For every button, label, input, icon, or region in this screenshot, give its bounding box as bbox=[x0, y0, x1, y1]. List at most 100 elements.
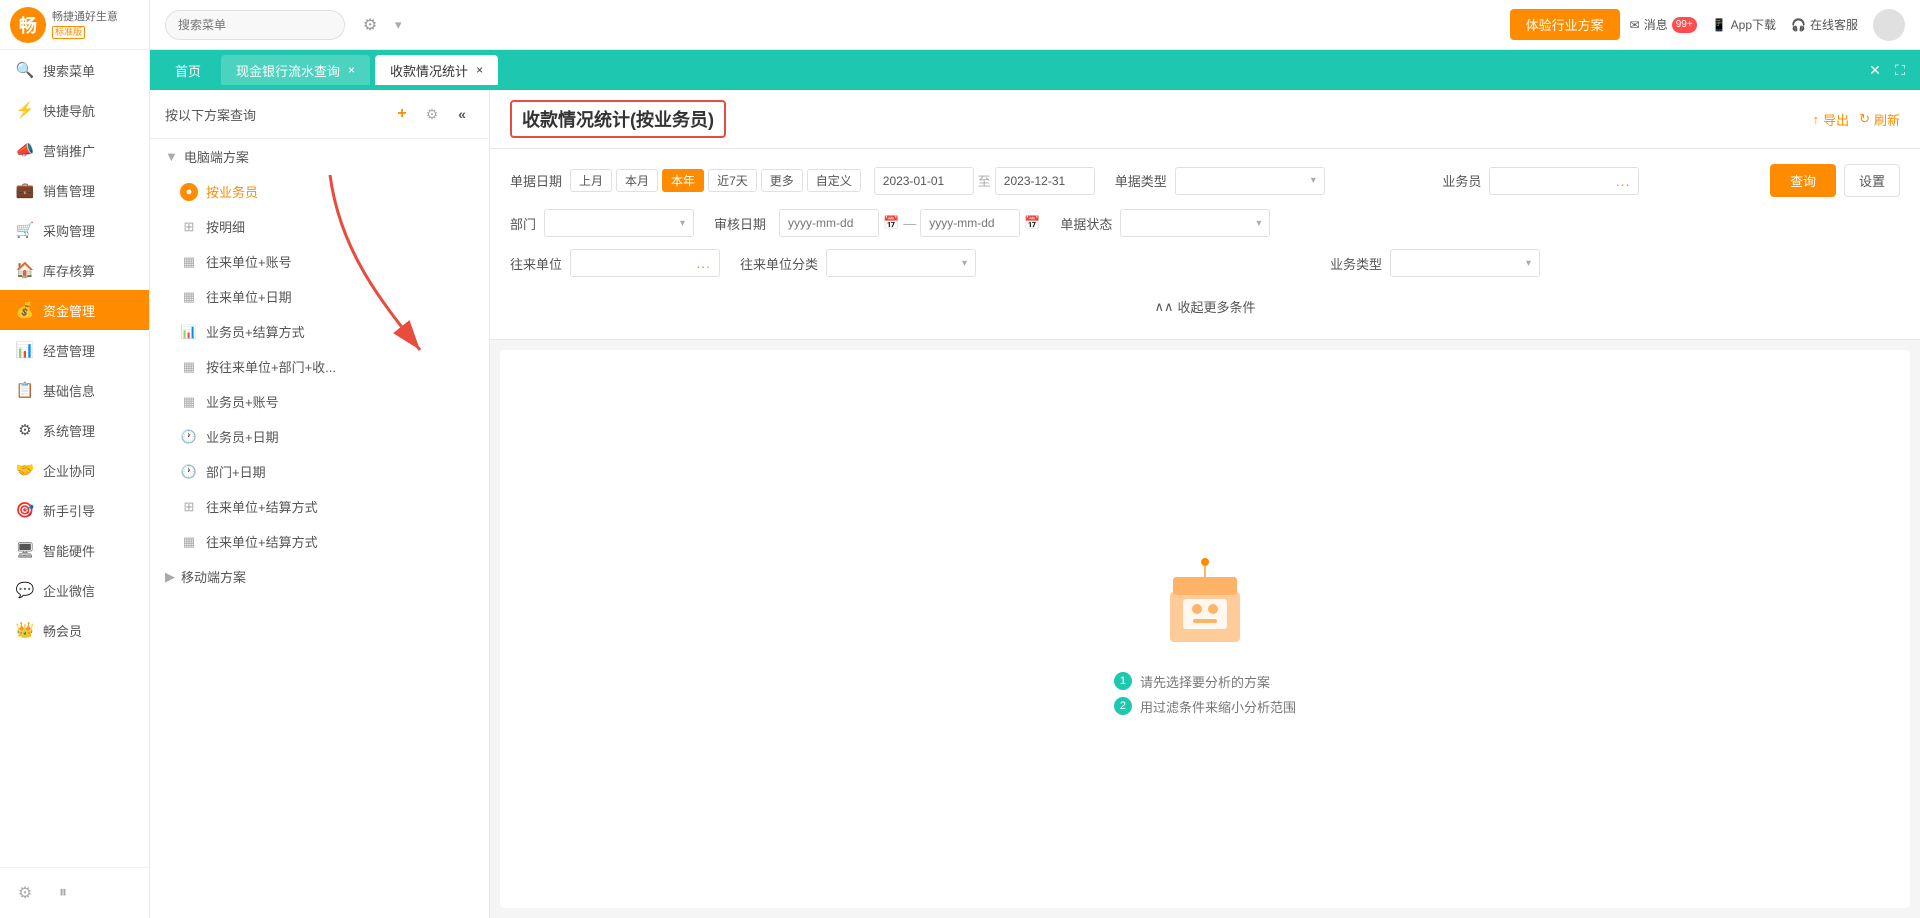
sidebar-item-basic[interactable]: 📋 基础信息 bbox=[0, 370, 149, 410]
sidebar-item-member[interactable]: 👑 畅会员 bbox=[0, 610, 149, 650]
mobile-scheme-group[interactable]: ▶ 移动端方案 bbox=[150, 559, 489, 594]
dept-label: 部门 bbox=[510, 214, 536, 233]
scheme-item-unit-account[interactable]: ▦ 往来单位+账号 bbox=[150, 244, 489, 279]
sidebar-item-search[interactable]: 🔍 搜索菜单 bbox=[0, 50, 149, 90]
empty-state: 1 请先选择要分析的方案 2 用过滤条件来缩小分析范围 bbox=[1114, 537, 1296, 722]
salesman-account-icon: ▦ bbox=[180, 393, 198, 411]
desktop-group-header[interactable]: ▼ 电脑端方案 bbox=[150, 139, 489, 174]
empty-hint-1: 1 请先选择要分析的方案 bbox=[1114, 672, 1296, 691]
topbar-gear-btn[interactable]: ⚙ bbox=[355, 10, 385, 40]
sidebar-item-guide[interactable]: 🎯 新手引导 bbox=[0, 490, 149, 530]
date-btn-more[interactable]: 更多 bbox=[761, 169, 803, 192]
query-btn[interactable]: 查询 bbox=[1770, 164, 1836, 197]
sidebar-item-inventory[interactable]: 🏠 库存核算 bbox=[0, 250, 149, 290]
export-btn[interactable]: ↑ 导出 bbox=[1813, 110, 1850, 129]
audit-date-range: 📅 — 📅 bbox=[779, 209, 1040, 237]
sidebar-collapse-btn[interactable]: ⏸ bbox=[48, 878, 78, 908]
audit-date-to-input[interactable] bbox=[920, 209, 1020, 237]
scheme-item-unit-method1[interactable]: ⊞ 往来单位+结算方式 bbox=[150, 489, 489, 524]
add-scheme-btn[interactable]: + bbox=[390, 102, 414, 126]
desktop-scheme-group: ▼ 电脑端方案 ● 按业务员 ⊞ 按明细 ▦ 往来单位+账号 bbox=[150, 139, 489, 559]
date-btn-last-month[interactable]: 上月 bbox=[570, 169, 612, 192]
sidebar-item-finance[interactable]: 💰 资金管理 bbox=[0, 290, 149, 330]
scheme-item-dept-date[interactable]: 🕐 部门+日期 bbox=[150, 454, 489, 489]
type-select[interactable]: ▾ bbox=[1175, 167, 1325, 195]
window-btns: ✕ ⛶ bbox=[1865, 60, 1910, 80]
biz-type-select[interactable]: ▾ bbox=[1390, 249, 1540, 277]
sidebar-item-operations[interactable]: 📊 经营管理 bbox=[0, 330, 149, 370]
unit-select[interactable]: ... bbox=[570, 249, 720, 277]
status-select-arrow: ▾ bbox=[1256, 218, 1261, 229]
collapse-filter-btn[interactable]: ∧∧ 收起更多条件 bbox=[510, 289, 1900, 324]
sidebar-settings-btn[interactable]: ⚙ bbox=[10, 878, 40, 908]
audit-date-sep: — bbox=[903, 216, 916, 231]
unit-dept-icon: ▦ bbox=[180, 358, 198, 376]
user-avatar[interactable] bbox=[1873, 9, 1905, 41]
date-btn-7days[interactable]: 近7天 bbox=[708, 169, 757, 192]
sidebar-item-enterprise[interactable]: 🤝 企业协同 bbox=[0, 450, 149, 490]
salesman-more-dots[interactable]: ... bbox=[1616, 173, 1631, 189]
setting-scheme-btn[interactable]: ⚙ bbox=[420, 102, 444, 126]
app-download-btn[interactable]: 📱 App下载 bbox=[1712, 16, 1776, 33]
scheme-item-by-salesman[interactable]: ● 按业务员 bbox=[150, 174, 489, 209]
scheme-item-by-detail[interactable]: ⊞ 按明细 bbox=[150, 209, 489, 244]
dept-select[interactable]: ▾ bbox=[544, 209, 694, 237]
unit-more-dots[interactable]: ... bbox=[696, 255, 711, 271]
online-service-btn[interactable]: 🎧 在线客服 bbox=[1791, 16, 1858, 33]
filter-dept-item: 部门 ▾ bbox=[510, 209, 694, 237]
biz-type-label: 业务类型 bbox=[1330, 254, 1382, 273]
salesman-select[interactable]: ... bbox=[1489, 167, 1639, 195]
window-close-btn[interactable]: ✕ bbox=[1865, 60, 1885, 80]
sidebar-item-sales[interactable]: 💼 销售管理 bbox=[0, 170, 149, 210]
scheme-item-salesman-date[interactable]: 🕐 业务员+日期 bbox=[150, 419, 489, 454]
page-header: 收款情况统计(按业务员) ↑ 导出 ↻ 刷新 bbox=[490, 90, 1920, 149]
date-btn-this-year[interactable]: 本年 bbox=[662, 169, 704, 192]
refresh-btn[interactable]: ↻ 刷新 bbox=[1859, 110, 1900, 129]
audit-date-calendar-icon[interactable]: 📅 bbox=[883, 215, 899, 231]
sidebar-item-quicknav[interactable]: ⚡ 快捷导航 bbox=[0, 90, 149, 130]
scheme-item-unit-date[interactable]: ▦ 往来单位+日期 bbox=[150, 279, 489, 314]
message-btn[interactable]: ✉ 消息 99+ bbox=[1630, 16, 1697, 33]
audit-date-to-calendar-icon[interactable]: 📅 bbox=[1024, 215, 1040, 231]
tab-bank-close[interactable]: × bbox=[348, 63, 355, 77]
date-from-input[interactable] bbox=[874, 167, 974, 195]
system-icon: ⚙ bbox=[15, 420, 35, 440]
filter-unit-category-item: 往来单位分类 ▾ bbox=[740, 249, 1310, 277]
unit-category-select[interactable]: ▾ bbox=[826, 249, 976, 277]
window-maximize-btn[interactable]: ⛶ bbox=[1890, 60, 1910, 80]
scheme-item-unit-dept[interactable]: ▦ 按往来单位+部门+收... bbox=[150, 349, 489, 384]
date-btn-custom[interactable]: 自定义 bbox=[807, 169, 861, 192]
sidebar-item-hardware[interactable]: 🖥 智能硬件 bbox=[0, 530, 149, 570]
audit-date-from-input[interactable] bbox=[779, 209, 879, 237]
filter-biz-type-item: 业务类型 ▾ bbox=[1330, 249, 1900, 277]
collapse-panel-btn[interactable]: « bbox=[450, 102, 474, 126]
unit-label: 往来单位 bbox=[510, 254, 562, 273]
date-sep: 至 bbox=[978, 171, 991, 190]
unit-category-label: 往来单位分类 bbox=[740, 254, 818, 273]
tab-collection[interactable]: 收款情况统计 × bbox=[375, 55, 498, 85]
tab-home[interactable]: 首页 bbox=[160, 55, 216, 85]
topbar-dropdown-icon[interactable]: ▾ bbox=[395, 17, 402, 33]
scheme-item-salesman-account[interactable]: ▦ 业务员+账号 bbox=[150, 384, 489, 419]
date-quick-btns: 上月 本月 本年 近7天 更多 自定义 bbox=[570, 169, 861, 192]
filter-status-item: 单据状态 ▾ bbox=[1060, 209, 1900, 237]
tab-bank[interactable]: 现金银行流水查询 × bbox=[221, 55, 370, 85]
scheme-item-salesman-method[interactable]: 📊 业务员+结算方式 bbox=[150, 314, 489, 349]
sidebar-item-purchase[interactable]: 🛒 采购管理 bbox=[0, 210, 149, 250]
sidebar-item-wechat[interactable]: 💬 企业微信 bbox=[0, 570, 149, 610]
trial-btn[interactable]: 体验行业方案 bbox=[1510, 9, 1620, 40]
inventory-icon: 🏠 bbox=[15, 260, 35, 280]
detail-icon: ⊞ bbox=[180, 218, 198, 236]
status-select[interactable]: ▾ bbox=[1120, 209, 1270, 237]
scheme-item-unit-method2[interactable]: ▦ 往来单位+结算方式 bbox=[150, 524, 489, 559]
filter-setting-btn[interactable]: 设置 bbox=[1844, 164, 1900, 197]
operations-icon: 📊 bbox=[15, 340, 35, 360]
finance-icon: 💰 bbox=[15, 300, 35, 320]
tab-collection-close[interactable]: × bbox=[476, 63, 483, 77]
topbar-search-input[interactable] bbox=[165, 10, 345, 40]
date-to-input[interactable] bbox=[995, 167, 1095, 195]
salesman-method-icon: 📊 bbox=[180, 323, 198, 341]
sidebar-item-marketing[interactable]: 📣 营销推广 bbox=[0, 130, 149, 170]
sidebar-item-system[interactable]: ⚙ 系统管理 bbox=[0, 410, 149, 450]
date-btn-this-month[interactable]: 本月 bbox=[616, 169, 658, 192]
